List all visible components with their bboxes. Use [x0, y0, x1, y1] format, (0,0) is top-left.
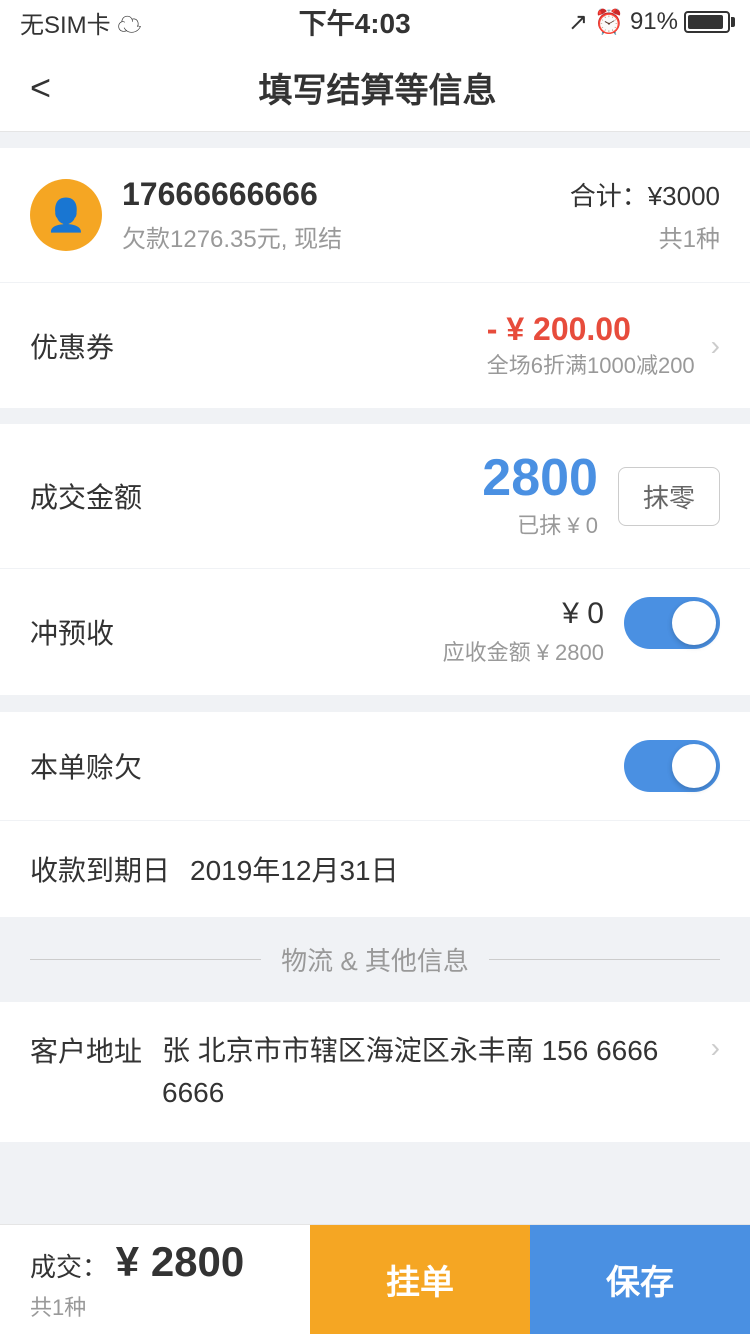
bottom-total-label: 成交：: [30, 1252, 108, 1282]
pre-collect-amount: ¥ 0: [443, 597, 604, 631]
hold-button[interactable]: 挂单: [310, 1225, 530, 1334]
address-row[interactable]: 客户地址 张 北京市市辖区海淀区永丰南 156 6666 6666 ›: [0, 1002, 750, 1142]
back-button[interactable]: <: [30, 67, 51, 109]
divider-text: 物流 & 其他信息: [281, 941, 469, 978]
address-value: 张 北京市市辖区海淀区永丰南 156 6666 6666: [162, 1030, 691, 1114]
coupon-desc: 全场6折满1000减200: [487, 348, 695, 380]
customer-card: 👤 17666666666 欠款1276.35元, 现结 合计：¥3000 共1…: [0, 148, 750, 282]
address-chevron-icon: ›: [711, 1032, 720, 1064]
avatar-icon: 👤: [46, 196, 86, 234]
debt-toggle-knob: [672, 744, 716, 788]
transaction-amount: 2800: [482, 452, 598, 504]
battery-percent: 91%: [630, 8, 678, 36]
coupon-discount: - ¥ 200.00: [487, 311, 695, 348]
debt-row: 本单赊欠: [0, 712, 750, 821]
debt-label: 本单赊欠: [30, 746, 142, 786]
page-title: 填写结算等信息: [71, 63, 684, 112]
pre-collect-sub: 应收金额 ¥ 2800: [443, 635, 604, 667]
divider-line-right: [489, 959, 720, 960]
transaction-sub: 已抹 ¥ 0: [482, 508, 598, 540]
toggle-knob: [672, 601, 716, 645]
pre-collect-toggle[interactable]: [624, 597, 720, 649]
bottom-bar: 成交： ¥ 2800 共1种 挂单 保存: [0, 1224, 750, 1334]
logistics-divider: 物流 & 其他信息: [0, 917, 750, 1002]
customer-phone: 17666666666: [122, 176, 342, 213]
status-left: 无SIM卡 ☁: [20, 5, 141, 40]
avatar: 👤: [30, 179, 102, 251]
chevron-right-icon: ›: [711, 330, 720, 362]
roundup-button[interactable]: 抹零: [618, 467, 720, 526]
coupon-row[interactable]: 优惠券 - ¥ 200.00 全场6折满1000减200 ›: [0, 283, 750, 408]
content: 👤 17666666666 欠款1276.35元, 现结 合计：¥3000 共1…: [0, 148, 750, 1262]
address-label: 客户地址: [30, 1030, 142, 1070]
divider-line-left: [30, 959, 261, 960]
battery-icon: [684, 11, 730, 33]
bottom-summary: 成交： ¥ 2800 共1种: [0, 1238, 310, 1322]
section-gap-2: [0, 696, 750, 712]
sim-status: 无SIM卡 ☁: [20, 5, 141, 40]
nav-bar: < 填写结算等信息: [0, 44, 750, 132]
transaction-label: 成交金额: [30, 476, 142, 516]
status-bar: 无SIM卡 ☁ 下午4:03 ↗ ⏰ 91%: [0, 0, 750, 44]
debt-toggle[interactable]: [624, 740, 720, 792]
pre-collect-row: 冲预收 ¥ 0 应收金额 ¥ 2800: [0, 569, 750, 696]
total-label: 合计：¥3000: [570, 176, 720, 213]
section-gap-1: [0, 408, 750, 424]
total-count: 共1种: [570, 219, 720, 254]
due-date-value: 2019年12月31日: [190, 849, 399, 889]
status-right: ↗ ⏰ 91%: [568, 8, 730, 37]
direction-icon: ↗: [568, 8, 588, 37]
save-button[interactable]: 保存: [530, 1225, 750, 1334]
customer-debt: 欠款1276.35元, 现结: [122, 219, 342, 254]
bottom-amount: ¥ 2800: [116, 1238, 244, 1285]
alarm-icon: ⏰: [594, 8, 624, 37]
bottom-count: 共1种: [30, 1290, 280, 1322]
status-time: 下午4:03: [299, 2, 411, 42]
due-date-label: 收款到期日: [30, 849, 170, 889]
transaction-row: 成交金额 2800 已抹 ¥ 0 抹零: [0, 424, 750, 569]
due-date-row: 收款到期日 2019年12月31日: [0, 821, 750, 917]
coupon-label: 优惠券: [30, 326, 114, 366]
pre-collect-label: 冲预收: [30, 612, 114, 652]
